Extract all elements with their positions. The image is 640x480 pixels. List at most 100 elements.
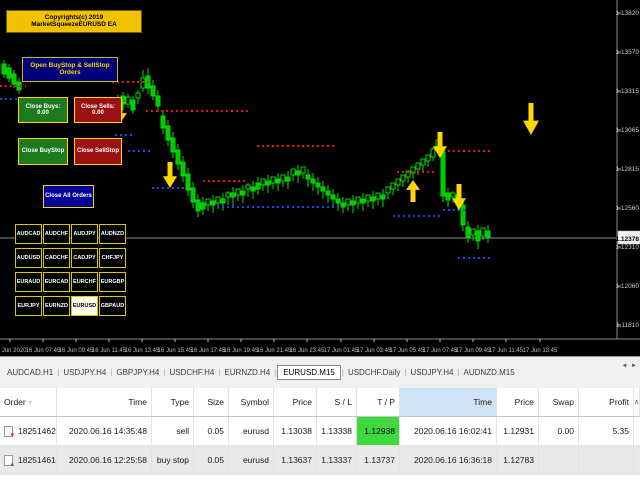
pair-button-cadjpy[interactable]: CADJPY <box>71 248 98 268</box>
candle-body <box>6 67 12 79</box>
sell-signal-arrow-icon <box>523 103 539 135</box>
column-header-order[interactable]: Order ▿ <box>0 388 57 416</box>
time-axis-label: 17 Jun 09:45 <box>456 348 491 354</box>
sort-indicator-icon: ▿ <box>28 399 32 406</box>
cell-value: 2020.06.16 16:36:18 <box>414 455 492 465</box>
chart-tab-usdjpy.h4[interactable]: USDJPY.H4 <box>407 367 456 378</box>
chart-tab-audnzd.m15[interactable]: AUDNZD.M15 <box>461 367 518 378</box>
chart-tab-audcad.h1[interactable]: AUDCAD.H1 <box>4 367 56 378</box>
candle-body <box>370 196 376 202</box>
candle-body <box>285 176 291 182</box>
candle-body <box>195 199 201 212</box>
candle-body <box>345 198 351 206</box>
candle-body <box>260 178 266 186</box>
sell-order-icon: ▾ <box>4 425 14 439</box>
candle-body <box>445 192 451 201</box>
pair-button-eurusd[interactable]: EURUSD <box>71 296 98 316</box>
cell-value: 0.05 <box>207 455 224 465</box>
pair-button-eurchf[interactable]: EURCHF <box>71 272 98 292</box>
cell-value: sell <box>176 426 189 436</box>
column-header-swap[interactable]: Swap <box>539 388 579 416</box>
candle-body <box>365 194 371 202</box>
candle-body <box>200 202 206 210</box>
price-axis-label: 1.11810 <box>616 322 639 329</box>
cell-value: 18251462 <box>18 426 56 436</box>
candle-body <box>295 170 301 176</box>
order-row-18251461[interactable]: ▴ 18251461 2020.06.16 12:25:58 buy stop 0.05… <box>0 446 640 475</box>
column-header-tp[interactable]: T / P <box>357 388 400 416</box>
chart-tab-eurusd.m15[interactable]: EURUSD.M15 <box>277 365 341 380</box>
cell-value: 1.13337 <box>321 455 352 465</box>
candle-body <box>240 190 246 196</box>
pair-button-gbpaud[interactable]: GBPAUD <box>99 296 126 316</box>
table-scroll-up-arrow[interactable]: ∧ <box>634 388 640 416</box>
time-axis-label: 16 Jun 09:45 <box>59 348 94 354</box>
candle-body <box>165 125 171 141</box>
price-axis-label: 1.12560 <box>616 205 640 212</box>
column-header-size[interactable]: Size <box>194 388 229 416</box>
column-header-sl[interactable]: S / L <box>317 388 357 416</box>
cell-value: 1.13338 <box>321 426 352 436</box>
pair-button-audcad[interactable]: AUDCAD <box>15 224 42 244</box>
close-sells-button[interactable]: Close Sells: 0.00 <box>74 97 122 123</box>
column-header-time[interactable]: Time <box>57 388 152 416</box>
column-header-price[interactable]: Price <box>274 388 317 416</box>
chart-tab-usdjpy.h4[interactable]: USDJPY.H4 <box>60 367 109 378</box>
pair-button-chfjpy[interactable]: CHFJPY <box>99 248 126 268</box>
close-buys-button[interactable]: Close Buys: 0.00 <box>18 97 68 123</box>
cell-value: 0.05 <box>207 426 224 436</box>
pair-button-cadchf[interactable]: CADCHF <box>43 248 70 268</box>
pair-button-audnzd[interactable]: AUDNZD <box>99 224 126 244</box>
time-axis-label: 17 Jun 05:45 <box>390 348 425 354</box>
chart-tab-usdchf.daily[interactable]: USDCHF.Daily <box>345 367 403 378</box>
pair-button-eurjpy[interactable]: EURJPY <box>15 296 42 316</box>
candle-body <box>190 187 196 203</box>
buy-signal-arrow-icon <box>406 180 420 202</box>
pair-button-audjpy[interactable]: AUDJPY <box>71 224 98 244</box>
candle-body <box>245 184 251 190</box>
pair-button-eurnzd[interactable]: EURNZD <box>43 296 70 316</box>
time-axis-label: 16 Jun 17:45 <box>191 348 226 354</box>
pair-button-audchf[interactable]: AUDCHF <box>43 224 70 244</box>
column-header-symbol[interactable]: Symbol <box>229 388 274 416</box>
column-header-profit[interactable]: Profit <box>579 388 634 416</box>
close-sellstop-button[interactable]: Close SellStop <box>74 138 122 165</box>
column-header-type[interactable]: Type <box>152 388 194 416</box>
column-header-price[interactable]: Price <box>497 388 539 416</box>
pair-button-eurcad[interactable]: EURCAD <box>43 272 70 292</box>
pair-button-audusd[interactable]: AUDUSD <box>15 248 42 268</box>
pair-button-eurgbp[interactable]: EURGBP <box>99 272 126 292</box>
candle-body <box>460 204 466 226</box>
candle-body <box>470 228 476 236</box>
candle-body <box>360 198 366 204</box>
chart-pane[interactable]: 1.13820 1.13570 1.13315 1.13065 1.12815 1.125… <box>0 0 640 356</box>
pair-button-euraud[interactable]: EURAUD <box>15 272 42 292</box>
cell-value: 18251461 <box>18 455 56 465</box>
close-buystop-button[interactable]: Close BuyStop <box>18 138 68 165</box>
symbol-switch-grid: AUDCAD AUDCHF AUDJPY AUDNZD AUDUSD CADCHF CADJ… <box>15 224 126 316</box>
time-axis-label: 16 Jun 15:45 <box>158 348 193 354</box>
chart-tab-usdchf.h4[interactable]: USDCHF.H4 <box>166 367 217 378</box>
cell-value: 1.13038 <box>281 426 312 436</box>
ea-copyright-banner: Copyrights(c) 2019 MarketSqueezeEURUSD E… <box>6 10 142 33</box>
price-axis-label: 1.12815 <box>616 166 640 173</box>
cell-value: 1.12783 <box>503 455 534 465</box>
candle-body <box>340 202 346 208</box>
candle-body <box>465 226 471 238</box>
chart-tab-gbpjpy.h4[interactable]: GBPJPY.H4 <box>113 367 162 378</box>
order-row-18251462[interactable]: ▾ 18251462 2020.06.16 14:35:48 sell 0.05 euru… <box>0 417 640 446</box>
chart-tab-bar: AUDCAD.H1 | USDJPY.H4 | GBPJPY.H4 | USDCHF.H4 |… <box>0 357 640 388</box>
cell-value: 1.12931 <box>503 426 534 436</box>
cell-value: 1.13737 <box>364 455 395 465</box>
column-header-time[interactable]: Time <box>400 388 497 416</box>
time-axis-label: 16 Jun 19:45 <box>224 348 259 354</box>
candle-body <box>480 227 486 237</box>
chart-tab-eurnzd.h4[interactable]: EURNZD.H4 <box>221 367 273 378</box>
table-header-row: Order ▿ Time Type Size Symbol Price S / LT / PT… <box>0 388 640 417</box>
open-buystop-sellstop-button[interactable]: Open BuyStop & SellStop Orders <box>22 57 118 82</box>
close-all-orders-button[interactable]: Close All Orders <box>43 185 94 208</box>
tab-scroll-arrows[interactable]: ◄ ► <box>621 363 638 369</box>
buy-order-icon: ▴ <box>4 454 14 468</box>
candle-body <box>305 174 311 180</box>
time-axis-label: 16 Jun 11:45 <box>92 348 127 354</box>
